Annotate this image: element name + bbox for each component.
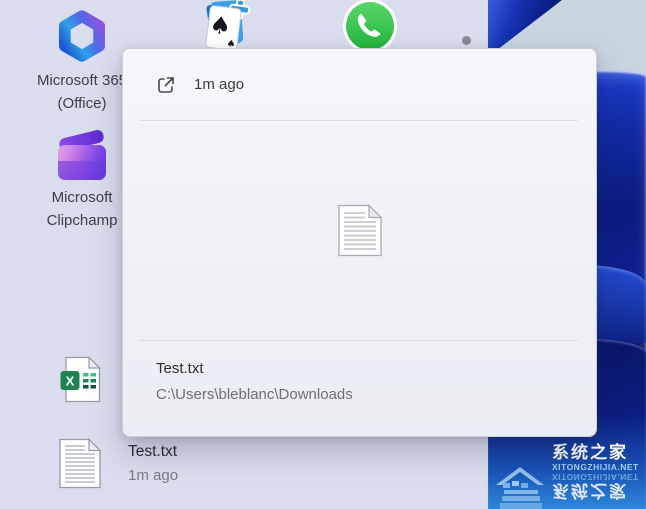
text-file-preview-icon — [337, 204, 382, 257]
recommended-item-test-txt[interactable]: Test.txt 1m ago — [58, 438, 318, 494]
flyout-header: 1m ago — [123, 49, 596, 120]
flyout-time: 1m ago — [194, 76, 245, 93]
watermark-title: 系统之家 — [552, 443, 628, 462]
open-external-icon — [158, 76, 174, 93]
recommended-file-time: 1m ago — [128, 467, 179, 484]
watermark-url-reflection: XITONGZHIJIA.NET — [552, 472, 639, 482]
watermark-title-reflection: 系统之家 — [552, 481, 628, 500]
clipchamp-clapper-body — [58, 145, 106, 180]
svg-text:♠: ♠ — [208, 10, 233, 40]
microsoft-365-icon — [59, 10, 105, 62]
flyout-file-name: Test.txt — [156, 360, 204, 377]
excel-letter: X — [66, 374, 75, 389]
wallpaper-petal-corner — [488, 0, 562, 54]
flyout-file-path: C:\Users\bleblanc\Downloads — [156, 386, 353, 403]
text-file-icon — [59, 438, 102, 489]
flyout-preview-area — [123, 121, 596, 340]
flyout-footer: Test.txt C:\Users\bleblanc\Downloads — [123, 341, 596, 408]
open-file-button[interactable] — [155, 74, 177, 96]
file-preview-flyout: 1m ago Test.txt C:\Users\bleblanc\Downlo… — [122, 48, 597, 437]
clipchamp-icon — [53, 126, 111, 186]
recommended-file-name: Test.txt — [128, 443, 178, 460]
watermark: 系统之家 XITONGZHIJIA.NET XITONGZHIJIA.NET 系… — [492, 443, 646, 509]
pinned-pager-dot[interactable] — [462, 36, 471, 45]
watermark-url: XITONGZHIJIA.NET — [552, 462, 639, 472]
watermark-house-icon — [496, 467, 544, 509]
start-menu-screen: 系统之家 XITONGZHIJIA.NET XITONGZHIJIA.NET 系… — [0, 0, 646, 509]
excel-file-icon: X — [60, 356, 101, 403]
